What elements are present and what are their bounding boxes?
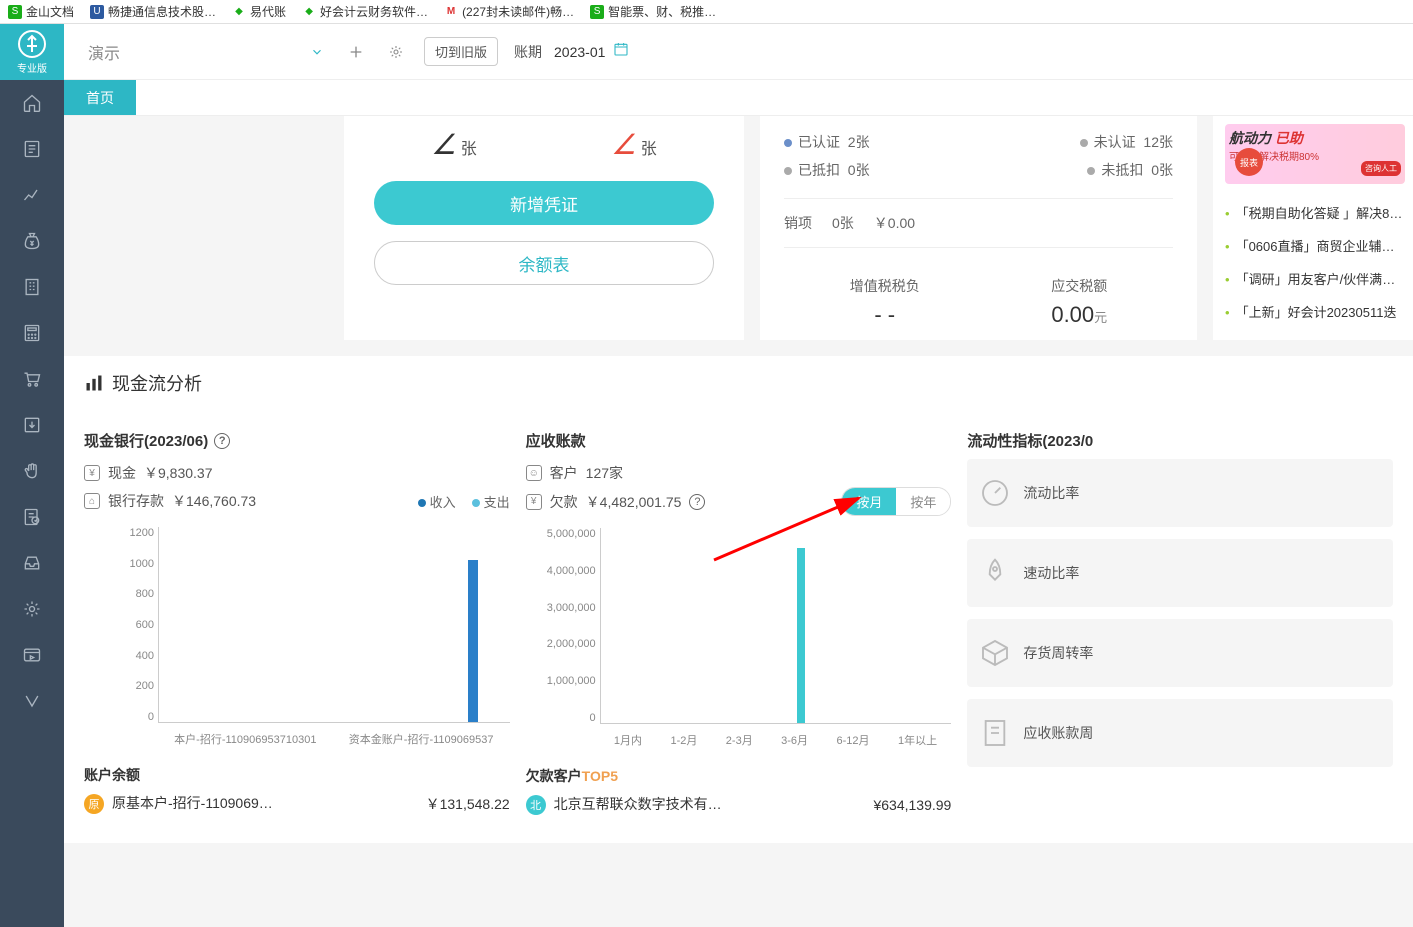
- bar: [468, 560, 478, 722]
- nav-document-icon[interactable]: [0, 126, 64, 172]
- rank-badge-icon: 原: [84, 794, 104, 814]
- yen-icon: ¥: [526, 494, 542, 510]
- help-icon[interactable]: ?: [689, 494, 705, 510]
- cash-bank-panel: 现金银行(2023/06)? ¥现金￥9,830.37 ⌂银行存款￥146,76…: [84, 430, 510, 823]
- top5-title: 欠款客户TOP5: [526, 766, 952, 786]
- bookmark-icon: U: [90, 5, 104, 19]
- chart-legend: 收入 支出: [418, 492, 510, 511]
- help-icon[interactable]: ?: [214, 433, 230, 449]
- bookmark-item[interactable]: S智能票、财、税推…: [590, 3, 716, 20]
- bookmarks-bar: S金山文档 U畅捷通信息技术股… ◆易代账 ◆好会计云财务软件… M(227封未…: [0, 0, 1413, 24]
- settings-button[interactable]: [382, 38, 410, 66]
- liquidity-metric[interactable]: 流动比率: [967, 459, 1393, 527]
- top-bar: 演示 切到旧版 账期 2023-01: [64, 24, 1413, 80]
- account-balance-row[interactable]: 原原基本户-招行-1109069… ￥131,548.22: [84, 785, 510, 822]
- section-title-cashflow: 现金流分析: [64, 356, 1413, 410]
- bookmark-item[interactable]: U畅捷通信息技术股…: [90, 3, 216, 20]
- liquidity-panel: 流动性指标(2023/0 流动比率 速动比率 存货周转率 应收账款周: [967, 430, 1393, 823]
- logo-icon: [18, 30, 46, 58]
- promo-banner[interactable]: 航动力 已助 可自主解决税期80% 报表 咨询人工: [1225, 124, 1405, 184]
- liquidity-metric[interactable]: 存货周转率: [967, 619, 1393, 687]
- tabs: 首页: [64, 80, 1413, 116]
- voucher-card: ∠ 张 ∠ 张 新增凭证 余额表: [344, 116, 744, 340]
- account-balance-title: 账户余额: [84, 765, 510, 785]
- add-button[interactable]: [342, 38, 370, 66]
- bookmark-icon: ◆: [232, 5, 246, 19]
- news-item[interactable]: 「上新」好会计20230511迭: [1225, 295, 1405, 328]
- liquidity-metric[interactable]: 速动比率: [967, 539, 1393, 607]
- body-scroll[interactable]: ∠ 张 ∠ 张 新增凭证 余额表 已认证 2张 未认证 12张 已抵扣 0张 未…: [64, 116, 1413, 927]
- period-toggle: 按月 按年: [841, 487, 951, 516]
- bookmark-item[interactable]: ◆好会计云财务软件…: [302, 3, 428, 20]
- liquidity-metric[interactable]: 应收账款周: [967, 699, 1393, 767]
- legend-dot-icon: [472, 499, 480, 507]
- news-list: 「税期自助化答疑 」解决80% 「0606直播」商贸企业辅助核 「调研」用友客户…: [1225, 184, 1405, 328]
- cash-bank-chart: 120010008006004002000 本户-招行-110906953710…: [84, 527, 510, 747]
- bookmark-item[interactable]: S金山文档: [8, 3, 74, 20]
- top5-row[interactable]: 北北京互帮联众数字技术有… ¥634,139.99: [526, 786, 952, 823]
- balance-sheet-button[interactable]: 余额表: [374, 241, 714, 285]
- sales-row: 销项 0张 ￥0.00: [784, 213, 1173, 233]
- news-item[interactable]: 「调研」用友客户/伙伴满意度: [1225, 262, 1405, 295]
- receivable-panel: 应收账款 ☺客户127家 ¥欠款￥4,482,001.75? 按月 按年 5,0…: [526, 430, 952, 823]
- gauge-icon: [979, 477, 1011, 509]
- bookmark-icon: ◆: [302, 5, 316, 19]
- chevron-down-icon: [310, 45, 324, 59]
- nav-calculator-icon[interactable]: [0, 310, 64, 356]
- nav-inbox-icon[interactable]: [0, 540, 64, 586]
- promo-card: 航动力 已助 可自主解决税期80% 报表 咨询人工 「税期自助化答疑 」解决80…: [1213, 116, 1413, 340]
- nav-cart-icon[interactable]: [0, 356, 64, 402]
- person-icon: ☺: [526, 465, 542, 481]
- account-dropdown[interactable]: 演示: [76, 40, 336, 64]
- dot-icon: [1087, 167, 1095, 175]
- tax-card: 已认证 2张 未认证 12张 已抵扣 0张 未抵扣 0张 销项 0张 ￥0.00: [760, 116, 1197, 340]
- promo-cta[interactable]: 咨询人工: [1361, 161, 1401, 176]
- bookmark-item[interactable]: M(227封未读邮件)畅…: [444, 3, 574, 20]
- bookmark-icon: S: [590, 5, 604, 19]
- nav-download-icon[interactable]: [0, 402, 64, 448]
- dot-icon: [784, 139, 792, 147]
- nav-v-icon[interactable]: [0, 678, 64, 724]
- period-label: 账期: [514, 42, 542, 62]
- vat-burden: 增值税税负 - -: [850, 276, 920, 328]
- new-voucher-button[interactable]: 新增凭证: [374, 181, 714, 225]
- bookmark-item[interactable]: ◆易代账: [232, 3, 286, 20]
- nav-home-icon[interactable]: [0, 80, 64, 126]
- dot-icon: [784, 167, 792, 175]
- news-item[interactable]: 「0606直播」商贸企业辅助核: [1225, 229, 1405, 262]
- bookmark-icon: M: [444, 5, 458, 19]
- nav-chart-icon[interactable]: [0, 172, 64, 218]
- switch-old-version-button[interactable]: 切到旧版: [424, 37, 498, 66]
- tab-home[interactable]: 首页: [64, 80, 136, 115]
- news-item[interactable]: 「税期自助化答疑 」解决80%: [1225, 196, 1405, 229]
- bookmark-icon: S: [8, 5, 22, 19]
- period-value: 2023-01: [554, 44, 605, 60]
- nav-hand-icon[interactable]: [0, 448, 64, 494]
- voucher-count-2: ∠ 张: [611, 128, 657, 161]
- bar: [797, 548, 805, 724]
- dot-icon: [1080, 139, 1088, 147]
- promo-badge-icon: 报表: [1235, 148, 1263, 176]
- nav-settings-icon[interactable]: [0, 586, 64, 632]
- toggle-year[interactable]: 按年: [896, 488, 950, 515]
- toggle-month[interactable]: 按月: [842, 488, 896, 515]
- logo[interactable]: 专业版: [0, 24, 64, 80]
- yen-icon: ¥: [84, 465, 100, 481]
- tax-payable: 应交税额 0.00元: [1051, 276, 1107, 328]
- legend-dot-icon: [418, 499, 426, 507]
- nav-media-icon[interactable]: [0, 632, 64, 678]
- sidebar: 专业版: [0, 24, 64, 927]
- nav-moneybag-icon[interactable]: [0, 218, 64, 264]
- nav-building-icon[interactable]: [0, 264, 64, 310]
- nav-receipt-icon[interactable]: [0, 494, 64, 540]
- voucher-count-1: ∠ 张: [431, 128, 477, 161]
- rank-badge-icon: 北: [526, 795, 546, 815]
- box-icon: [979, 637, 1011, 669]
- receipt-icon: [979, 717, 1011, 749]
- rocket-icon: [979, 557, 1011, 589]
- bank-icon: ⌂: [84, 493, 100, 509]
- receivable-chart: 5,000,0004,000,0003,000,0002,000,0001,00…: [526, 528, 952, 748]
- calendar-icon[interactable]: [613, 41, 629, 62]
- bar-chart-icon: [84, 373, 104, 393]
